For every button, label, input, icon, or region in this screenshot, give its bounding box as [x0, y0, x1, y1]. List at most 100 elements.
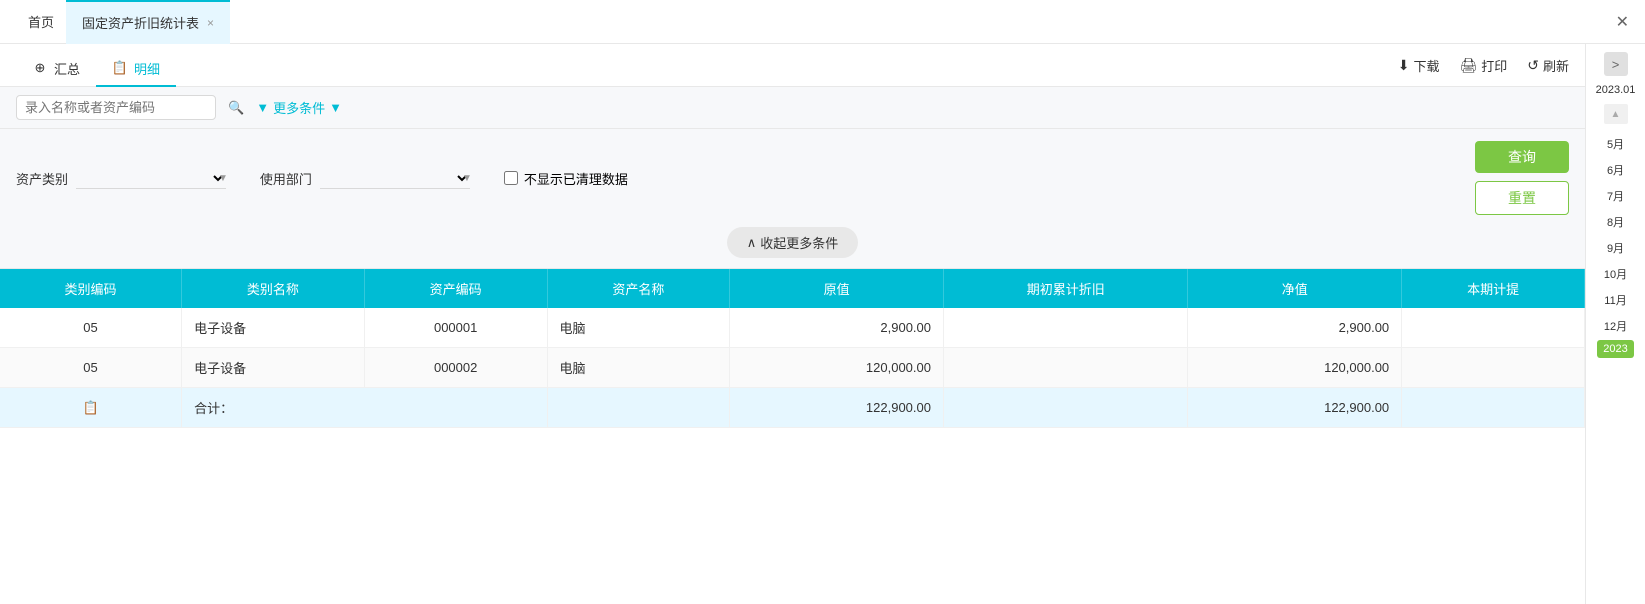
total-current-period [1402, 388, 1585, 428]
sidebar-month-item[interactable]: 6月 [1598, 158, 1633, 182]
year-badge[interactable]: 2023 [1597, 340, 1633, 358]
cell-net-value: 2,900.00 [1188, 308, 1402, 348]
sidebar-month-item[interactable]: 8月 [1598, 210, 1633, 234]
sidebar-month-item[interactable]: 12月 [1598, 314, 1633, 338]
collapse-conditions-btn[interactable]: ∧ 收起更多条件 [727, 227, 859, 258]
col-header-accumulated-depr: 期初累计折旧 [944, 269, 1188, 308]
sub-tabs: ⊕ 汇总 📋 明细 [0, 44, 192, 86]
col-header-category-name: 类别名称 [182, 269, 365, 308]
cell-asset-name: 电脑 [547, 348, 730, 388]
filter-asset-category: 资产类别 ▼ [16, 167, 228, 189]
chevron-down-icon: ▼ [329, 100, 342, 115]
more-conditions-btn[interactable]: ▼ 更多条件 ▼ [256, 98, 342, 117]
download-icon: ⬇ [1398, 57, 1410, 74]
download-label: 下载 [1413, 56, 1439, 75]
sidebar-month-item[interactable]: 5月 [1598, 132, 1633, 156]
asset-category-arrow: ▼ [218, 173, 228, 184]
filter-row: 资产类别 ▼ 使用部门 ▼ 不显示已清理数据 [16, 141, 1569, 215]
filter-no-cleared: 不显示已清理数据 [504, 169, 628, 188]
top-nav: 首页 固定资产折旧统计表 × ✕ [0, 0, 1645, 44]
filter-buttons: 查询 重置 [1475, 141, 1569, 215]
table-wrapper: 类别编码 类别名称 资产编码 资产名称 原值 期初累计折旧 净值 本期计提 05… [0, 269, 1585, 604]
reset-button[interactable]: 重置 [1475, 181, 1569, 215]
sidebar-months: 5月6月7月8月9月10月11月12月 [1598, 132, 1633, 338]
table-row: 05 电子设备 000001 电脑 2,900.00 2,900.00 [0, 308, 1585, 348]
table-header-row: 类别编码 类别名称 资产编码 资产名称 原值 期初累计折旧 净值 本期计提 [0, 269, 1585, 308]
col-header-current-period: 本期计提 [1402, 269, 1585, 308]
cell-current-period [1402, 308, 1585, 348]
main-panel: ⊕ 汇总 📋 明细 ⬇ 下载 🖨 打印 ↺ [0, 44, 1585, 604]
sidebar-month-item[interactable]: 9月 [1598, 236, 1633, 260]
cell-category-name: 电子设备 [182, 348, 365, 388]
table-body: 05 电子设备 000001 电脑 2,900.00 2,900.00 05 电… [0, 308, 1585, 428]
nav-home[interactable]: 首页 [16, 12, 66, 31]
asset-category-select[interactable] [76, 167, 226, 189]
tab-summary[interactable]: ⊕ 汇总 [16, 51, 96, 87]
cell-net-value: 120,000.00 [1188, 348, 1402, 388]
no-cleared-checkbox[interactable] [504, 171, 518, 185]
no-cleared-label: 不显示已清理数据 [524, 169, 628, 188]
tab-detail[interactable]: 📋 明细 [96, 51, 176, 87]
cell-current-period [1402, 348, 1585, 388]
filter-department: 使用部门 ▼ [260, 167, 472, 189]
summary-icon: ⊕ [32, 60, 48, 76]
cell-accumulated-depr [944, 308, 1188, 348]
sidebar-month-item[interactable]: 10月 [1598, 262, 1633, 286]
arrow-right-icon: > [1612, 57, 1620, 72]
right-sidebar: > 2023.01 ▲ 5月6月7月8月9月10月11月12月 2023 [1585, 44, 1645, 604]
search-bar: 🔍 ▼ 更多条件 ▼ [0, 87, 1585, 129]
cell-category-code: 05 [0, 348, 182, 388]
search-icon[interactable]: 🔍 [228, 100, 244, 116]
query-button[interactable]: 查询 [1475, 141, 1569, 173]
more-conditions-label: 更多条件 [273, 98, 325, 117]
department-label: 使用部门 [260, 169, 312, 188]
refresh-icon: ↺ [1527, 57, 1539, 74]
cell-asset-name: 电脑 [547, 308, 730, 348]
filter-icon: ▼ [256, 100, 269, 115]
window-close-icon[interactable]: ✕ [1616, 12, 1629, 32]
detail-icon: 📋 [112, 60, 128, 76]
toolbar: ⬇ 下载 🖨 打印 ↺ 刷新 [1398, 56, 1569, 75]
department-arrow: ▼ [462, 173, 472, 184]
collapse-label: 收起更多条件 [760, 233, 838, 252]
refresh-btn[interactable]: ↺ 刷新 [1527, 56, 1569, 75]
collapse-icon: ∧ [747, 235, 757, 251]
asset-table: 类别编码 类别名称 资产编码 资产名称 原值 期初累计折旧 净值 本期计提 05… [0, 269, 1585, 428]
sidebar-month-item[interactable]: 7月 [1598, 184, 1633, 208]
col-header-original-value: 原值 [730, 269, 944, 308]
asset-category-label: 资产类别 [16, 169, 68, 188]
cell-accumulated-depr [944, 348, 1188, 388]
cell-category-code: 05 [0, 308, 182, 348]
col-header-asset-name: 资产名称 [547, 269, 730, 308]
search-input[interactable] [16, 95, 216, 120]
cell-asset-code: 000002 [364, 348, 547, 388]
total-spacer [547, 388, 730, 428]
content-area: ⊕ 汇总 📋 明细 ⬇ 下载 🖨 打印 ↺ [0, 44, 1645, 604]
sidebar-expand-arrow[interactable]: > [1604, 52, 1628, 76]
total-accumulated-depr [944, 388, 1188, 428]
summary-label: 汇总 [54, 59, 80, 78]
cell-original-value: 2,900.00 [730, 308, 944, 348]
total-icon: 📋 [0, 388, 182, 428]
col-header-asset-code: 资产编码 [364, 269, 547, 308]
scroll-up-btn[interactable]: ▲ [1604, 104, 1628, 124]
table-total-row: 📋 合计： 122,900.00 122,900.00 [0, 388, 1585, 428]
cell-asset-code: 000001 [364, 308, 547, 348]
active-tab[interactable]: 固定资产折旧统计表 × [66, 0, 230, 44]
total-label: 合计： [182, 388, 547, 428]
department-select[interactable] [320, 167, 470, 189]
download-btn[interactable]: ⬇ 下载 [1398, 56, 1440, 75]
tab-label: 固定资产折旧统计表 [82, 13, 199, 32]
col-header-net-value: 净值 [1188, 269, 1402, 308]
detail-label: 明细 [134, 59, 160, 78]
print-icon: 🖨 [1459, 57, 1477, 74]
sidebar-month-item[interactable]: 11月 [1598, 288, 1633, 312]
tab-close-icon[interactable]: × [207, 16, 214, 30]
refresh-label: 刷新 [1543, 56, 1569, 75]
col-header-category-code: 类别编码 [0, 269, 182, 308]
cell-original-value: 120,000.00 [730, 348, 944, 388]
print-btn[interactable]: 🖨 打印 [1459, 56, 1507, 75]
table-row: 05 电子设备 000002 电脑 120,000.00 120,000.00 [0, 348, 1585, 388]
date-display: 2023.01 [1596, 80, 1636, 100]
filter-panel: 资产类别 ▼ 使用部门 ▼ 不显示已清理数据 [0, 129, 1585, 269]
